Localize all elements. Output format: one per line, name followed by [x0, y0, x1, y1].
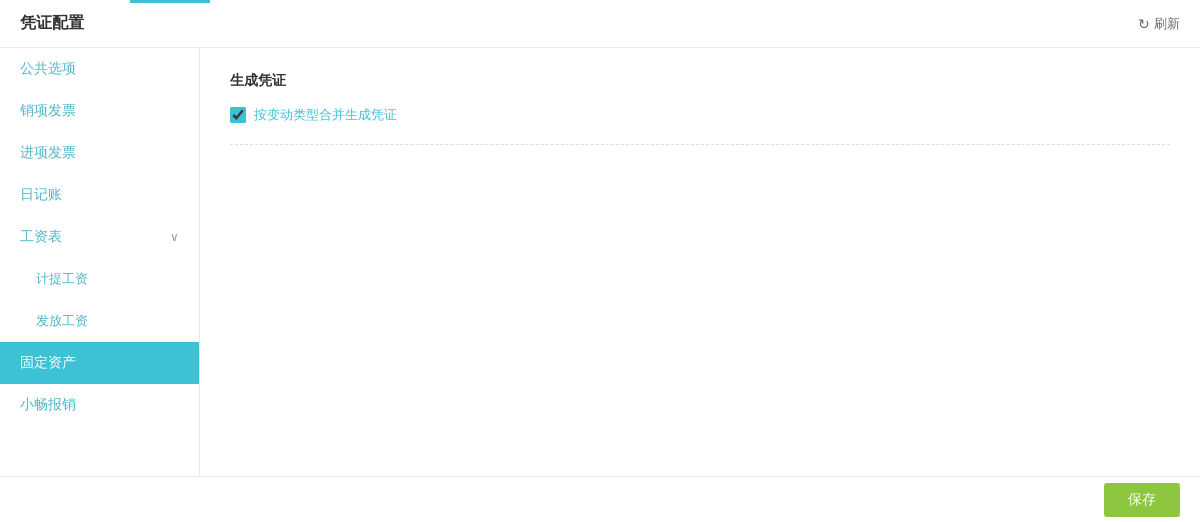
sidebar: 公共选项销项发票进项发票日记账工资表 ∨ 计提工资发放工资固定资产小畅报销 — [0, 48, 200, 522]
content-area: 生成凭证 按变动类型合并生成凭证 — [200, 48, 1200, 522]
refresh-button[interactable]: ↻ 刷新 — [1138, 15, 1180, 33]
checkbox-row: 按变动类型合并生成凭证 — [230, 106, 1170, 124]
sidebar-item-label: 计提工资 — [36, 270, 88, 288]
sidebar-item-public-options[interactable]: 公共选项 — [0, 48, 199, 90]
sidebar-item-payroll[interactable]: 工资表 ∨ — [0, 216, 199, 258]
save-button[interactable]: 保存 — [1104, 483, 1180, 517]
sidebar-item-label: 日记账 — [20, 186, 62, 204]
sidebar-item-fixed-assets[interactable]: 固定资产 — [0, 342, 199, 384]
main-layout: 公共选项销项发票进项发票日记账工资表 ∨ 计提工资发放工资固定资产小畅报销 生成凭证… — [0, 48, 1200, 522]
sidebar-item-expense[interactable]: 小畅报销 — [0, 384, 199, 426]
sidebar-item-journal[interactable]: 日记账 — [0, 174, 199, 216]
header: 凭证配置 ↻ 刷新 — [0, 0, 1200, 48]
sidebar-item-label: 工资表 — [20, 228, 62, 246]
sidebar-item-label: 发放工资 — [36, 312, 88, 330]
sidebar-item-label: 销项发票 — [20, 102, 76, 120]
sidebar-item-purchase-invoice[interactable]: 进项发票 — [0, 132, 199, 174]
merge-checkbox[interactable] — [230, 107, 246, 123]
page-title: 凭证配置 — [20, 13, 84, 34]
section-title: 生成凭证 — [230, 72, 1170, 90]
refresh-label: 刷新 — [1154, 15, 1180, 33]
sidebar-item-sales-invoice[interactable]: 销项发票 — [0, 90, 199, 132]
sidebar-item-label: 小畅报销 — [20, 396, 76, 414]
sidebar-item-label: 公共选项 — [20, 60, 76, 78]
section-divider — [230, 144, 1170, 145]
sidebar-item-label: 固定资产 — [20, 354, 76, 372]
footer: 保存 — [0, 476, 1200, 522]
sidebar-item-payroll-calc[interactable]: 计提工资 — [0, 258, 199, 300]
refresh-icon: ↻ — [1138, 16, 1150, 32]
checkbox-label: 按变动类型合并生成凭证 — [254, 106, 397, 124]
sidebar-item-label: 进项发票 — [20, 144, 76, 162]
sidebar-item-payroll-release[interactable]: 发放工资 — [0, 300, 199, 342]
chevron-down-icon: ∨ — [170, 230, 179, 244]
